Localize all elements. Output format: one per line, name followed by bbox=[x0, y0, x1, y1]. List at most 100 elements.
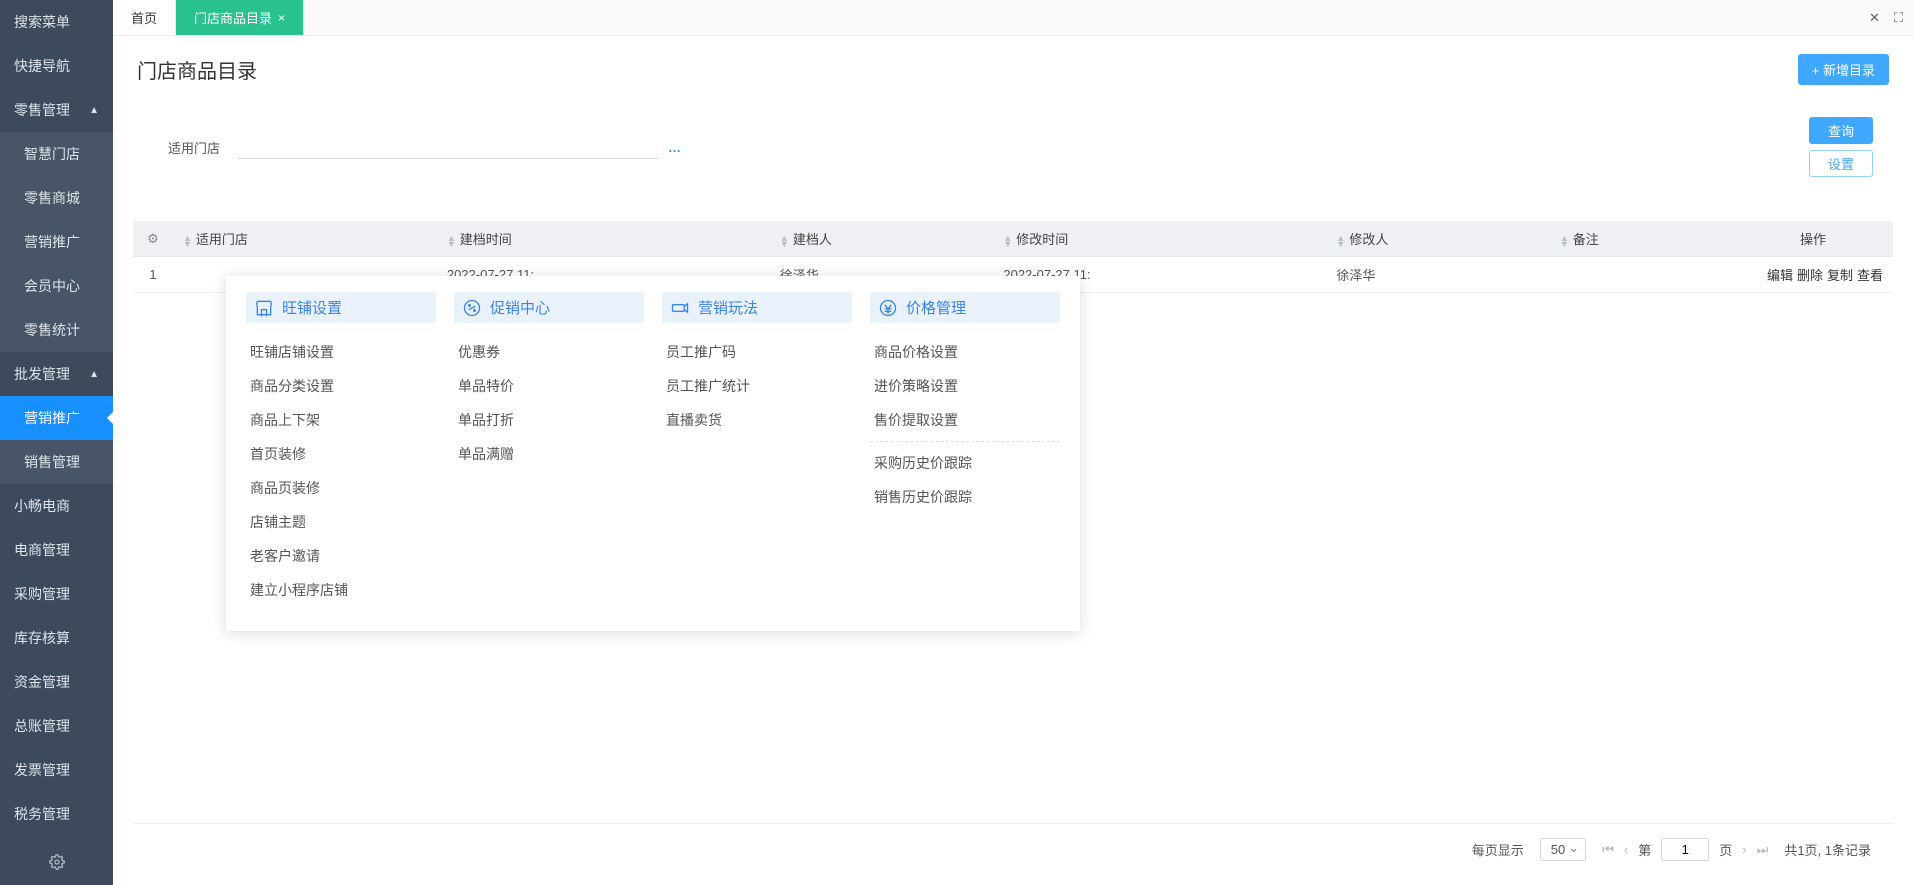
price-icon bbox=[878, 298, 898, 318]
flyout-item[interactable]: 采购历史价跟踪 bbox=[870, 446, 1060, 480]
flyout-item[interactable]: 单品打折 bbox=[454, 403, 644, 437]
sidebar-item-17[interactable]: 发票管理 bbox=[0, 748, 113, 792]
sort-icon[interactable] bbox=[1336, 235, 1345, 247]
sidebar-item-12[interactable]: 电商管理 bbox=[0, 528, 113, 572]
col-header-4[interactable]: 修改时间 bbox=[993, 221, 1326, 257]
sidebar-item-3[interactable]: 智慧门店 bbox=[0, 132, 113, 176]
sort-icon[interactable] bbox=[780, 235, 789, 247]
flyout-item[interactable]: 建立小程序店铺 bbox=[246, 573, 436, 607]
sidebar-item-8[interactable]: 批发管理 ▲ bbox=[0, 352, 113, 396]
flyout-column-1: 促销中心优惠券单品特价单品打折单品满赠 bbox=[454, 292, 644, 607]
tab-0[interactable]: 首页 bbox=[113, 0, 176, 35]
store-filter-input[interactable] bbox=[238, 135, 658, 159]
row-action-查看[interactable]: 查看 bbox=[1857, 268, 1883, 283]
sort-icon[interactable] bbox=[447, 235, 456, 247]
marketing-icon bbox=[670, 298, 690, 318]
sidebar-item-14[interactable]: 库存核算 bbox=[0, 616, 113, 660]
flyout-item[interactable]: 首页装修 bbox=[246, 437, 436, 471]
col-header-6[interactable]: 备注 bbox=[1550, 221, 1733, 257]
flyout-item[interactable]: 进价策略设置 bbox=[870, 369, 1060, 403]
sidebar-item-label: 采购管理 bbox=[14, 584, 70, 604]
cell-actions: 编辑删除复制查看 bbox=[1733, 257, 1893, 293]
flyout-header: 营销玩法 bbox=[662, 292, 852, 323]
flyout-item[interactable]: 直播卖货 bbox=[662, 403, 852, 437]
store-filter-label: 适用门店 bbox=[168, 138, 220, 157]
fullscreen-icon[interactable]: ⛶ bbox=[1894, 10, 1903, 26]
sidebar: 搜索菜单快捷导航零售管理▲智慧门店零售商城营销推广会员中心零售统计批发管理▲营销… bbox=[0, 0, 113, 885]
more-filter-icon[interactable]: … bbox=[668, 140, 682, 155]
row-action-删除[interactable]: 删除 bbox=[1797, 268, 1823, 283]
sidebar-item-4[interactable]: 零售商城 bbox=[0, 176, 113, 220]
sidebar-settings[interactable] bbox=[0, 842, 113, 885]
flyout-item[interactable]: 单品特价 bbox=[454, 369, 644, 403]
tab-bar: 首页门店商品目录× ✕ ⛶ bbox=[113, 0, 1913, 36]
col-header-3[interactable]: 建档人 bbox=[770, 221, 993, 257]
col-header-0[interactable]: ⚙ bbox=[133, 221, 173, 257]
per-page-select[interactable]: 50 bbox=[1540, 838, 1586, 861]
flyout-item[interactable]: 店铺主题 bbox=[246, 505, 436, 539]
gear-icon bbox=[49, 858, 65, 873]
flyout-item[interactable]: 优惠券 bbox=[454, 335, 644, 369]
flyout-item[interactable]: 商品页装修 bbox=[246, 471, 436, 505]
pagination: 每页显示 50 ⏮ ‹ 第 页 › ⏭ 共1页, 1条记录 bbox=[133, 823, 1893, 875]
flyout-header: 价格管理 bbox=[870, 292, 1060, 323]
flyout-column-2: 营销玩法员工推广码员工推广统计直播卖货 bbox=[662, 292, 852, 607]
sidebar-item-9[interactable]: 营销推广 bbox=[0, 396, 113, 440]
flyout-item[interactable]: 员工推广码 bbox=[662, 335, 852, 369]
chevron-up-icon: ▲ bbox=[89, 369, 99, 380]
flyout-item[interactable]: 售价提取设置 bbox=[870, 403, 1060, 437]
settings-button[interactable]: 设置 bbox=[1809, 150, 1873, 177]
col-header-5[interactable]: 修改人 bbox=[1326, 221, 1549, 257]
sidebar-item-0[interactable]: 搜索菜单 bbox=[0, 0, 113, 44]
chevron-up-icon: ▲ bbox=[89, 105, 99, 116]
sidebar-item-11[interactable]: 小畅电商 bbox=[0, 484, 113, 528]
sort-icon[interactable] bbox=[183, 235, 192, 247]
flyout-item[interactable]: 商品上下架 bbox=[246, 403, 436, 437]
sort-icon[interactable] bbox=[1560, 235, 1569, 247]
filter-row: 适用门店 … 查询 设置 bbox=[133, 109, 1893, 187]
flyout-item[interactable]: 销售历史价跟踪 bbox=[870, 480, 1060, 514]
row-action-编辑[interactable]: 编辑 bbox=[1767, 268, 1793, 283]
sidebar-item-6[interactable]: 会员中心 bbox=[0, 264, 113, 308]
cell-idx: 1 bbox=[133, 257, 173, 293]
sidebar-item-15[interactable]: 资金管理 bbox=[0, 660, 113, 704]
search-button[interactable]: 查询 bbox=[1809, 117, 1873, 144]
sidebar-item-7[interactable]: 零售统计 bbox=[0, 308, 113, 352]
flyout-item[interactable]: 商品价格设置 bbox=[870, 335, 1060, 369]
page-prev-icon[interactable]: ‹ bbox=[1624, 842, 1628, 857]
gear-icon[interactable]: ⚙ bbox=[147, 231, 159, 246]
tab-close-icon[interactable]: × bbox=[278, 11, 285, 25]
page-first-icon[interactable]: ⏮ bbox=[1602, 842, 1614, 858]
page-last-icon[interactable]: ⏭ bbox=[1757, 842, 1769, 858]
col-header-2[interactable]: 建档时间 bbox=[437, 221, 770, 257]
page-input[interactable] bbox=[1661, 838, 1709, 861]
row-action-复制[interactable]: 复制 bbox=[1827, 268, 1853, 283]
flyout-item[interactable]: 旺铺店铺设置 bbox=[246, 335, 436, 369]
sidebar-item-label: 批发管理 bbox=[14, 364, 70, 384]
sidebar-item-18[interactable]: 税务管理 bbox=[0, 792, 113, 836]
sidebar-item-label: 小畅电商 bbox=[14, 496, 70, 516]
tab-label: 首页 bbox=[131, 8, 157, 27]
close-icon[interactable]: ✕ bbox=[1869, 10, 1880, 26]
flyout-item[interactable]: 商品分类设置 bbox=[246, 369, 436, 403]
main: 首页门店商品目录× ✕ ⛶ 门店商品目录 + 新增目录 适用门店 … 查询 设置 bbox=[113, 0, 1913, 885]
sidebar-item-10[interactable]: 销售管理 bbox=[0, 440, 113, 484]
sidebar-item-16[interactable]: 总账管理 bbox=[0, 704, 113, 748]
flyout-title: 价格管理 bbox=[906, 297, 966, 318]
flyout-menu: 旺铺设置旺铺店铺设置商品分类设置商品上下架首页装修商品页装修店铺主题老客户邀请建… bbox=[226, 276, 1080, 631]
flyout-item[interactable]: 员工推广统计 bbox=[662, 369, 852, 403]
col-header-7[interactable]: 操作 bbox=[1733, 221, 1893, 257]
tab-1[interactable]: 门店商品目录× bbox=[176, 0, 304, 35]
sidebar-item-2[interactable]: 零售管理▲ bbox=[0, 88, 113, 132]
page-next-icon[interactable]: › bbox=[1742, 842, 1746, 857]
sidebar-item-5[interactable]: 营销推广 bbox=[0, 220, 113, 264]
sidebar-item-1[interactable]: 快捷导航 bbox=[0, 44, 113, 88]
col-header-1[interactable]: 适用门店 bbox=[173, 221, 437, 257]
sort-icon[interactable] bbox=[1003, 235, 1012, 247]
flyout-item[interactable]: 老客户邀请 bbox=[246, 539, 436, 573]
flyout-title: 促销中心 bbox=[490, 297, 550, 318]
flyout-item[interactable]: 单品满赠 bbox=[454, 437, 644, 471]
sidebar-item-13[interactable]: 采购管理 bbox=[0, 572, 113, 616]
add-directory-button[interactable]: + 新增目录 bbox=[1798, 54, 1889, 85]
sidebar-item-label: 库存核算 bbox=[14, 628, 70, 648]
